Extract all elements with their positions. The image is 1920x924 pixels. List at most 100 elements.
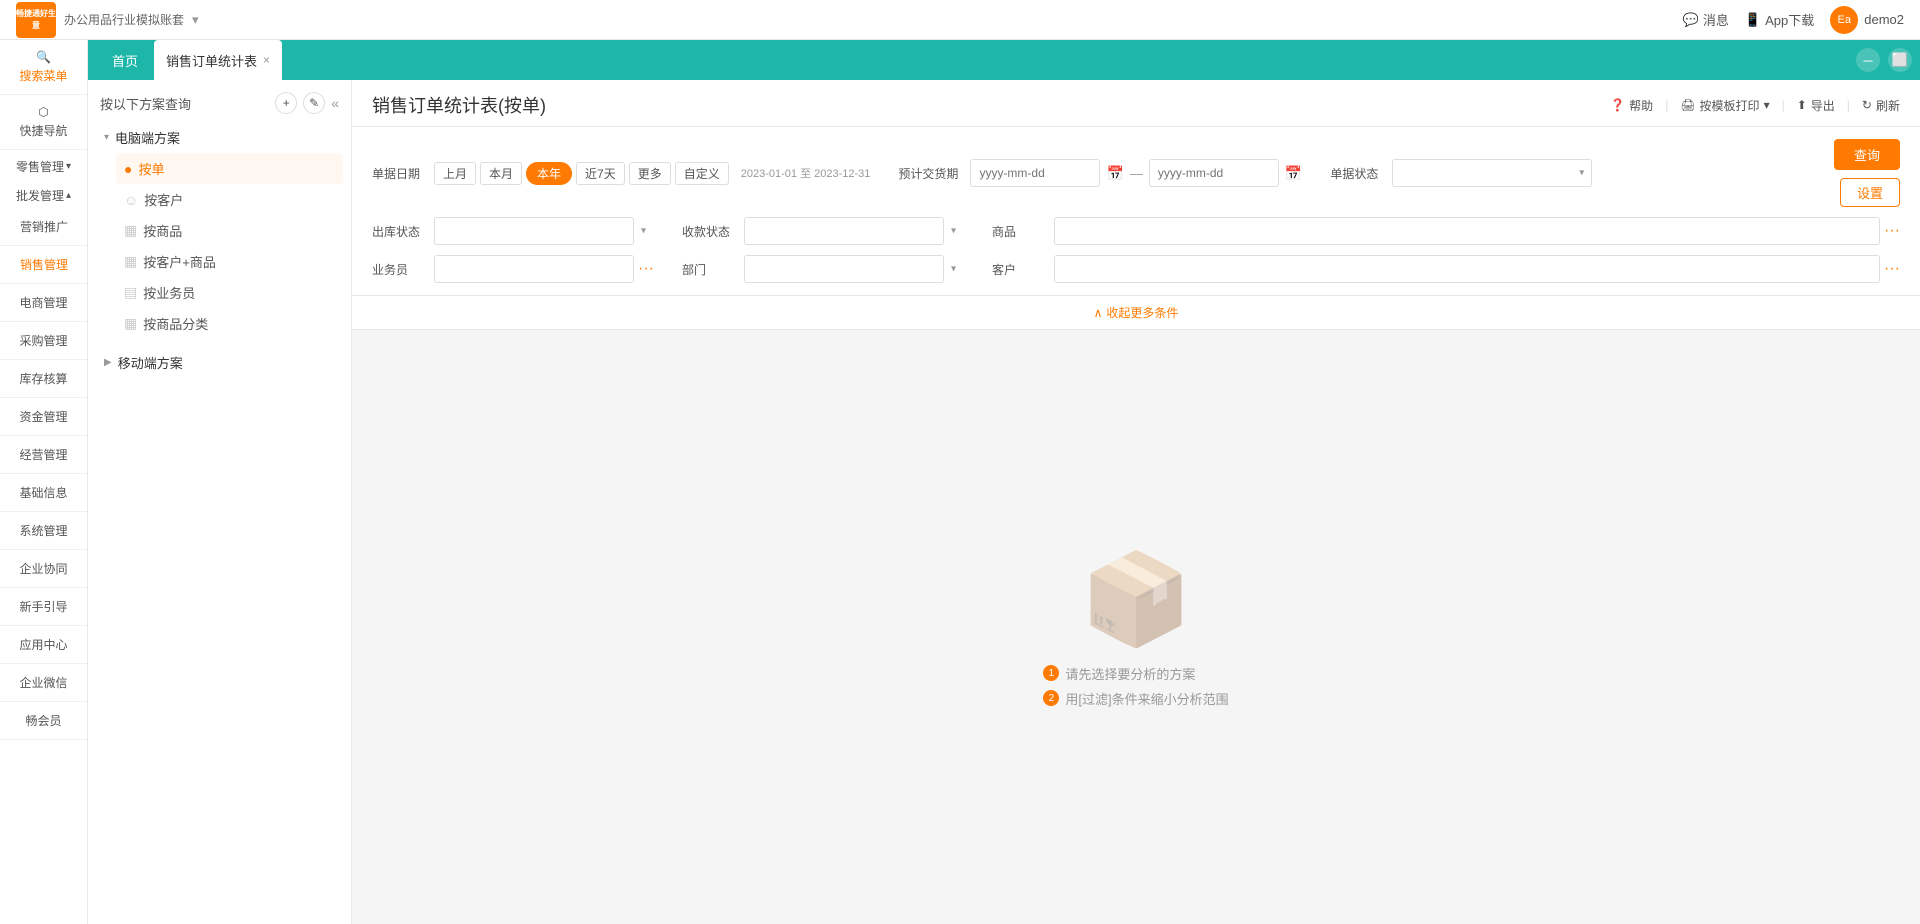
- sidebar-item-operations[interactable]: 经营管理: [0, 436, 87, 474]
- sidebar-item-vip[interactable]: 畅会员: [0, 702, 87, 740]
- date-btn-thisyear[interactable]: 本年: [526, 162, 572, 185]
- tree-child-active[interactable]: ● 按单: [116, 153, 343, 184]
- goods-input-group: ···: [1054, 217, 1900, 245]
- filter-area: 单据日期 上月 本月 本年 近7天 更多 自定义 2023-01-01 至 20…: [352, 127, 1920, 296]
- tab-bar: 首页 销售订单统计表 × ─ ⬜: [88, 40, 1920, 80]
- settings-button[interactable]: 设置: [1840, 178, 1900, 207]
- filter-row-2: 出库状态 收款状态 商品: [372, 217, 1900, 245]
- tab-home[interactable]: 首页: [96, 40, 154, 80]
- expected-date-end[interactable]: [1149, 159, 1279, 187]
- sales-label: 销售管理: [20, 256, 68, 273]
- active-scheme-label: 按单: [138, 159, 164, 178]
- top-bar: 畅捷通好生意 办公用品行业模拟账套 ▾ 💬 消息 📱 App下载 Ea demo…: [0, 0, 1920, 40]
- finance-label: 资金管理: [19, 408, 67, 425]
- salesman-input[interactable]: [434, 255, 634, 283]
- sidebar-item-appcenter[interactable]: 应用中心: [0, 626, 87, 664]
- payment-select[interactable]: [744, 217, 944, 245]
- date-range-text: 2023-01-01 至 2023-12-31: [741, 165, 871, 181]
- sidebar-item-finance[interactable]: 资金管理: [0, 398, 87, 436]
- date-btn-more[interactable]: 更多: [629, 162, 671, 185]
- date-btn-thismonth[interactable]: 本月: [480, 162, 522, 185]
- sidebar-item-wechat[interactable]: 企业微信: [0, 664, 87, 702]
- sidebar-item-ecommerce[interactable]: 电商管理: [0, 284, 87, 322]
- calendar-icon-2[interactable]: 📅: [1285, 165, 1302, 182]
- sidebar-item-marketing[interactable]: 营销推广: [0, 208, 87, 246]
- calendar-icon-1[interactable]: 📅: [1106, 165, 1123, 182]
- collapse-panel-button[interactable]: «: [331, 95, 339, 111]
- sidebar-item-retail[interactable]: 零售管理: [0, 150, 87, 179]
- goods-more-button[interactable]: ···: [1884, 223, 1900, 239]
- goods-input[interactable]: [1054, 217, 1880, 245]
- tab-maximize-button[interactable]: ⬜: [1888, 48, 1912, 72]
- salesman-scheme-label: 按业务员: [143, 283, 195, 302]
- refresh-icon: ↻: [1862, 98, 1872, 112]
- salesman-more-button[interactable]: ···: [638, 261, 654, 277]
- inventory-label: 库存核算: [19, 370, 67, 387]
- expected-date-start[interactable]: [970, 159, 1100, 187]
- sidebar-item-inventory[interactable]: 库存核算: [0, 360, 87, 398]
- sidebar-item-system[interactable]: 系统管理: [0, 512, 87, 550]
- tree-mobile-section[interactable]: ▶ 移动端方案: [96, 347, 343, 378]
- sidebar-item-basic[interactable]: 基础信息: [0, 474, 87, 512]
- customer-input-group: ···: [1054, 255, 1900, 283]
- operations-label: 经营管理: [19, 446, 67, 463]
- sidebar-item-purchase[interactable]: 采购管理: [0, 322, 87, 360]
- tree-child-salesman[interactable]: ▤ 按业务员: [116, 277, 343, 308]
- tree-child-customer[interactable]: ☺ 按客户: [116, 184, 343, 215]
- message-button[interactable]: 💬 消息: [1683, 10, 1729, 29]
- app-download-button[interactable]: 📱 App下载: [1745, 10, 1814, 29]
- date-btn-lastmonth[interactable]: 上月: [434, 162, 476, 185]
- template-print-button[interactable]: 🖨 按模板打印 ▾: [1680, 97, 1769, 114]
- shipment-select[interactable]: [434, 217, 634, 245]
- tree-child-customer-goods[interactable]: ▦ 按客户+商品: [116, 246, 343, 277]
- sidebar-item-newuser[interactable]: 新手引导: [0, 588, 87, 626]
- date-btn-last7days[interactable]: 近7天: [576, 162, 625, 185]
- date-btn-group: 上月 本月 本年 近7天 更多 自定义: [434, 162, 729, 185]
- top-bar-left: 畅捷通好生意 办公用品行业模拟账套 ▾: [16, 2, 199, 38]
- enterprise-label: 企业协同: [19, 560, 67, 577]
- tab-minimize-button[interactable]: ─: [1856, 48, 1880, 72]
- message-label: 消息: [1703, 10, 1729, 29]
- dept-select[interactable]: [744, 255, 944, 283]
- left-panel-header: 按以下方案查询 + ✎ «: [88, 92, 351, 122]
- sidebar-item-quicknav[interactable]: ⬡ 快捷导航: [0, 95, 87, 150]
- tab-close-button[interactable]: ×: [263, 53, 270, 67]
- customer-more-button[interactable]: ···: [1884, 261, 1900, 277]
- basic-label: 基础信息: [19, 484, 67, 501]
- tab-active[interactable]: 销售订单统计表 ×: [154, 40, 282, 80]
- tree-pc-section[interactable]: ▾ 电脑端方案: [96, 122, 343, 153]
- tree-mobile-label: 移动端方案: [118, 353, 183, 372]
- tree-child-category[interactable]: ▦ 按商品分类: [116, 308, 343, 339]
- sidebar-item-sales[interactable]: 销售管理: [0, 246, 87, 284]
- help-button[interactable]: ❓ 帮助: [1610, 97, 1653, 114]
- app-dropdown-icon[interactable]: ▾: [192, 12, 199, 28]
- page-header: 销售订单统计表(按单) ❓ 帮助 | 🖨 按模板打印 ▾ |: [352, 80, 1920, 127]
- export-button[interactable]: ⬆ 导出: [1797, 97, 1835, 114]
- shipment-label: 出库状态: [372, 223, 422, 240]
- status-select[interactable]: [1392, 159, 1592, 187]
- salesman-label: 业务员: [372, 261, 422, 278]
- sidebar-search-label: 搜索菜单: [19, 67, 67, 84]
- logo-text: 畅捷通好生意: [16, 8, 56, 30]
- edit-scheme-button[interactable]: ✎: [303, 92, 325, 114]
- sidebar-item-search[interactable]: 🔍 搜索菜单: [0, 40, 87, 95]
- right-panel: 销售订单统计表(按单) ❓ 帮助 | 🖨 按模板打印 ▾ |: [352, 80, 1920, 924]
- empty-tip-1: 1 请先选择要分析的方案: [1043, 664, 1228, 683]
- refresh-button[interactable]: ↻ 刷新: [1862, 97, 1900, 114]
- date-btn-custom[interactable]: 自定义: [675, 162, 729, 185]
- sidebar-item-wholesale[interactable]: 批发管理: [0, 179, 87, 208]
- tree-mobile-arrow: ▶: [104, 357, 112, 368]
- add-scheme-button[interactable]: +: [275, 92, 297, 114]
- sidebar-item-enterprise[interactable]: 企业协同: [0, 550, 87, 588]
- dept-select-wrapper: [744, 255, 964, 283]
- main-layout: 🔍 搜索菜单 ⬡ 快捷导航 零售管理 批发管理 营销推广 销售管理 电商管理 采…: [0, 40, 1920, 924]
- salesman-icon: ▤: [124, 284, 137, 301]
- tree-section: ▾ 电脑端方案 ● 按单 ☺ 按客户 ▦: [88, 122, 351, 378]
- shipment-select-wrapper: [434, 217, 654, 245]
- header-actions: ❓ 帮助 | 🖨 按模板打印 ▾ | ⬆ 导出: [1610, 97, 1900, 114]
- wholesale-label: 批发管理: [16, 187, 64, 204]
- collapse-bar[interactable]: ∧ 收起更多条件: [352, 296, 1920, 330]
- tree-child-goods[interactable]: ▦ 按商品: [116, 215, 343, 246]
- query-button[interactable]: 查询: [1834, 139, 1900, 170]
- customer-input[interactable]: [1054, 255, 1880, 283]
